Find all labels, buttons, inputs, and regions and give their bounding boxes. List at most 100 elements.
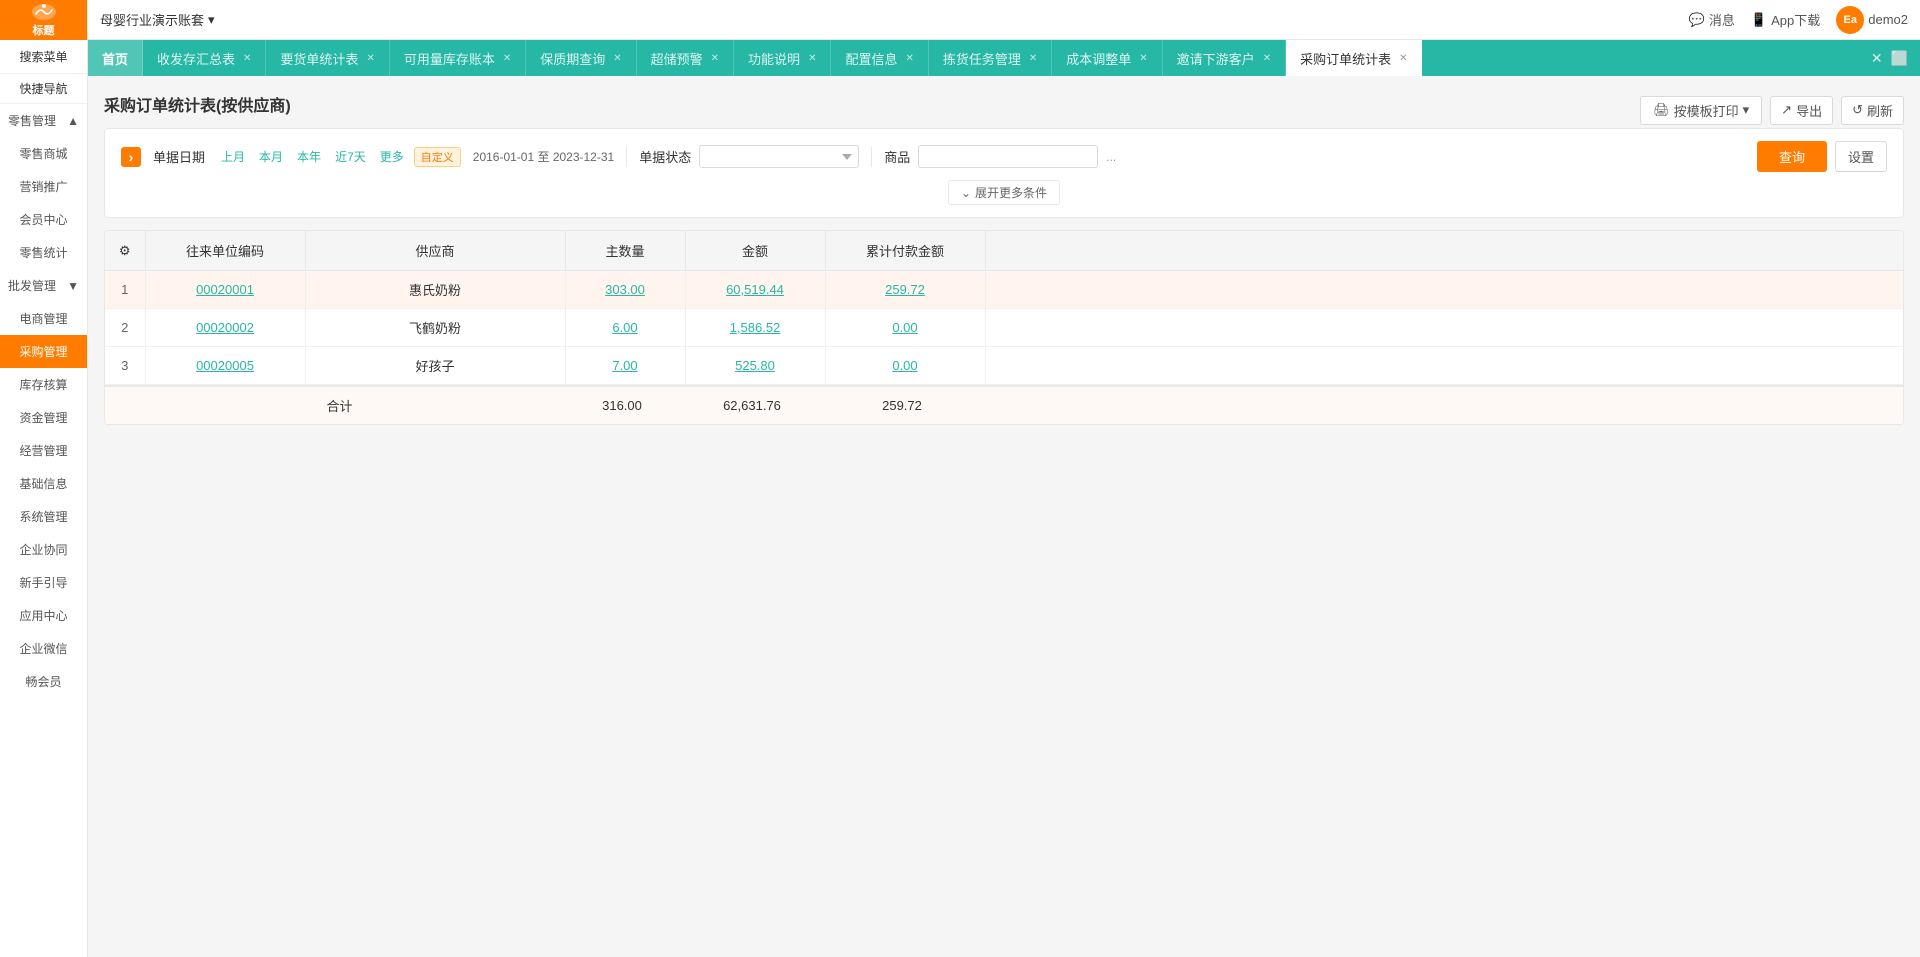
tab-config[interactable]: 配置信息 ✕ [831,40,928,76]
tab-cost-adjust[interactable]: 成本调整单 ✕ [1052,40,1162,76]
filter-row-1: › 单据日期 上月 本月 本年 近7天 更多 自定义 2016-01-01 至 … [121,141,1887,172]
row-qty[interactable]: 303.00 [565,271,685,309]
page-content: 采购订单统计表(按供应商) 🖨 按模板打印 ▾ ↗ 导出 ↺ 刷新 [88,76,1920,957]
tab-close-icon[interactable]: ✕ [613,53,621,64]
query-button[interactable]: 查询 [1757,141,1827,172]
tab-invite[interactable]: 邀请下游客户 ✕ [1163,40,1286,76]
goods-more-icon[interactable]: ... [1106,150,1116,164]
row-paid[interactable]: 0.00 [825,347,985,385]
footer-qty: 316.00 [562,398,682,413]
tab-label: 超储预警 [651,49,703,68]
row-amount[interactable]: 60,519.44 [685,271,825,309]
sidebar-item-retail-mgmt[interactable]: 零售管理 ▲ [0,104,87,137]
tab-close-icon[interactable]: ✕ [1029,53,1037,64]
sidebar-quick-nav[interactable]: 快捷导航 [0,74,87,104]
app-download-btn[interactable]: 📱 App下载 [1751,10,1820,29]
row-code[interactable]: 00020002 [145,309,305,347]
sidebar-item-system[interactable]: 系统管理 [0,500,87,533]
sidebar-item-basic-info[interactable]: 基础信息 [0,467,87,500]
sidebar-item-vip[interactable]: 畅会员 [0,665,87,698]
sidebar-item-enterprise[interactable]: 企业协同 [0,533,87,566]
sidebar-item-ecommerce[interactable]: 电商管理 [0,302,87,335]
username: demo2 [1868,12,1908,27]
tab-close-icon[interactable]: ✕ [503,53,511,64]
row-amount[interactable]: 1,586.52 [685,309,825,347]
row-seq: 3 [105,347,145,385]
shortcut-custom[interactable]: 自定义 [414,147,461,167]
shortcut-this-year[interactable]: 本年 [293,147,325,167]
tab-label: 拣货任务管理 [943,49,1021,68]
sidebar-item-wholesale[interactable]: 批发管理 ▼ [0,269,87,302]
status-select[interactable] [699,145,859,168]
tab-label: 功能说明 [748,49,800,68]
user-menu[interactable]: Ea demo2 [1836,6,1908,34]
sidebar-item-label: 批发管理 [8,277,56,294]
print-button[interactable]: 🖨 按模板打印 ▾ [1640,96,1762,125]
sidebar-item-app-center[interactable]: 应用中心 [0,599,87,632]
row-amount[interactable]: 525.80 [685,347,825,385]
filter-toggle-button[interactable]: › [121,147,141,167]
tab-avail-inventory[interactable]: 可用量库存账本 ✕ [390,40,526,76]
sidebar-item-finance[interactable]: 资金管理 [0,401,87,434]
tab-func-desc[interactable]: 功能说明 ✕ [734,40,831,76]
tab-close-icon[interactable]: ✕ [1139,53,1147,64]
export-button[interactable]: ↗ 导出 [1770,96,1833,125]
shortcut-last-month[interactable]: 上月 [217,147,249,167]
tab-order-stats[interactable]: 要货单统计表 ✕ [266,40,389,76]
app-logo: 标题 [0,0,87,40]
sidebar-item-retail-mall[interactable]: 零售商城 [0,137,87,170]
sidebar-item-enterprise-wechat[interactable]: 企业微信 [0,632,87,665]
tab-purchase-order-stats[interactable]: 采购订单统计表 ✕ [1286,40,1422,76]
maximize-window-icon[interactable]: ⬜ [1891,50,1908,67]
row-qty[interactable]: 7.00 [565,347,685,385]
tab-close-icon[interactable]: ✕ [1263,53,1271,64]
th-supplier: 供应商 [305,231,565,271]
expand-more-btn[interactable]: ⌄ 展开更多条件 [948,180,1060,205]
tab-close-icon[interactable]: ✕ [711,53,719,64]
sidebar-item-label: 零售管理 [8,112,56,129]
row-qty[interactable]: 6.00 [565,309,685,347]
quick-nav-label: 快捷导航 [19,82,67,96]
sidebar-item-inventory[interactable]: 库存核算 [0,368,87,401]
row-paid[interactable]: 259.72 [825,271,985,309]
tab-home[interactable]: 首页 [88,40,143,76]
shortcut-more[interactable]: 更多 [376,147,408,167]
th-code: 往来单位编码 [145,231,305,271]
th-settings[interactable]: ⚙ [105,231,145,271]
goods-input[interactable] [918,145,1098,168]
settings-button[interactable]: 设置 [1835,141,1887,172]
table-row: 1 00020001 惠氏奶粉 303.00 60,519.44 259.72 [105,271,1903,309]
close-window-icon[interactable]: ✕ [1871,50,1883,67]
tab-close-icon[interactable]: ✕ [808,53,816,64]
sidebar-item-ops[interactable]: 经营管理 [0,434,87,467]
sidebar: 标题 搜索菜单 快捷导航 零售管理 ▲ 零售商城 营销推广 会员中心 零售统计 … [0,0,88,957]
tab-overstock[interactable]: 超储预警 ✕ [637,40,734,76]
sidebar-item-new-guide[interactable]: 新手引导 [0,566,87,599]
tab-close-icon[interactable]: ✕ [243,53,251,64]
chevron-icon: ▲ [67,114,79,128]
message-btn[interactable]: 💬 消息 [1689,10,1735,29]
shortcut-7days[interactable]: 近7天 [331,147,370,167]
shortcut-this-month[interactable]: 本月 [255,147,287,167]
row-code[interactable]: 00020001 [145,271,305,309]
sidebar-item-label: 应用中心 [19,607,67,624]
sidebar-item-retail-stats[interactable]: 零售统计 [0,236,87,269]
sidebar-search[interactable]: 搜索菜单 [0,40,87,74]
logo-icon [30,2,58,22]
account-name: 母婴行业演示账套 [100,10,204,29]
sidebar-item-member[interactable]: 会员中心 [0,203,87,236]
account-selector[interactable]: 母婴行业演示账套 ▾ [100,10,215,29]
row-paid[interactable]: 0.00 [825,309,985,347]
tab-pick-task[interactable]: 拣货任务管理 ✕ [929,40,1052,76]
tab-close-icon[interactable]: ✕ [1399,53,1407,64]
search-menu-label: 搜索菜单 [19,50,67,64]
tab-validity[interactable]: 保质期查询 ✕ [526,40,636,76]
tab-close-icon[interactable]: ✕ [905,53,913,64]
refresh-button[interactable]: ↺ 刷新 [1841,96,1904,125]
expand-label: 展开更多条件 [975,184,1047,201]
row-code[interactable]: 00020005 [145,347,305,385]
sidebar-item-purchase[interactable]: 采购管理 [0,335,87,368]
sidebar-item-marketing[interactable]: 营销推广 [0,170,87,203]
tab-close-icon[interactable]: ✕ [366,53,374,64]
tab-receive-send[interactable]: 收发存汇总表 ✕ [143,40,266,76]
